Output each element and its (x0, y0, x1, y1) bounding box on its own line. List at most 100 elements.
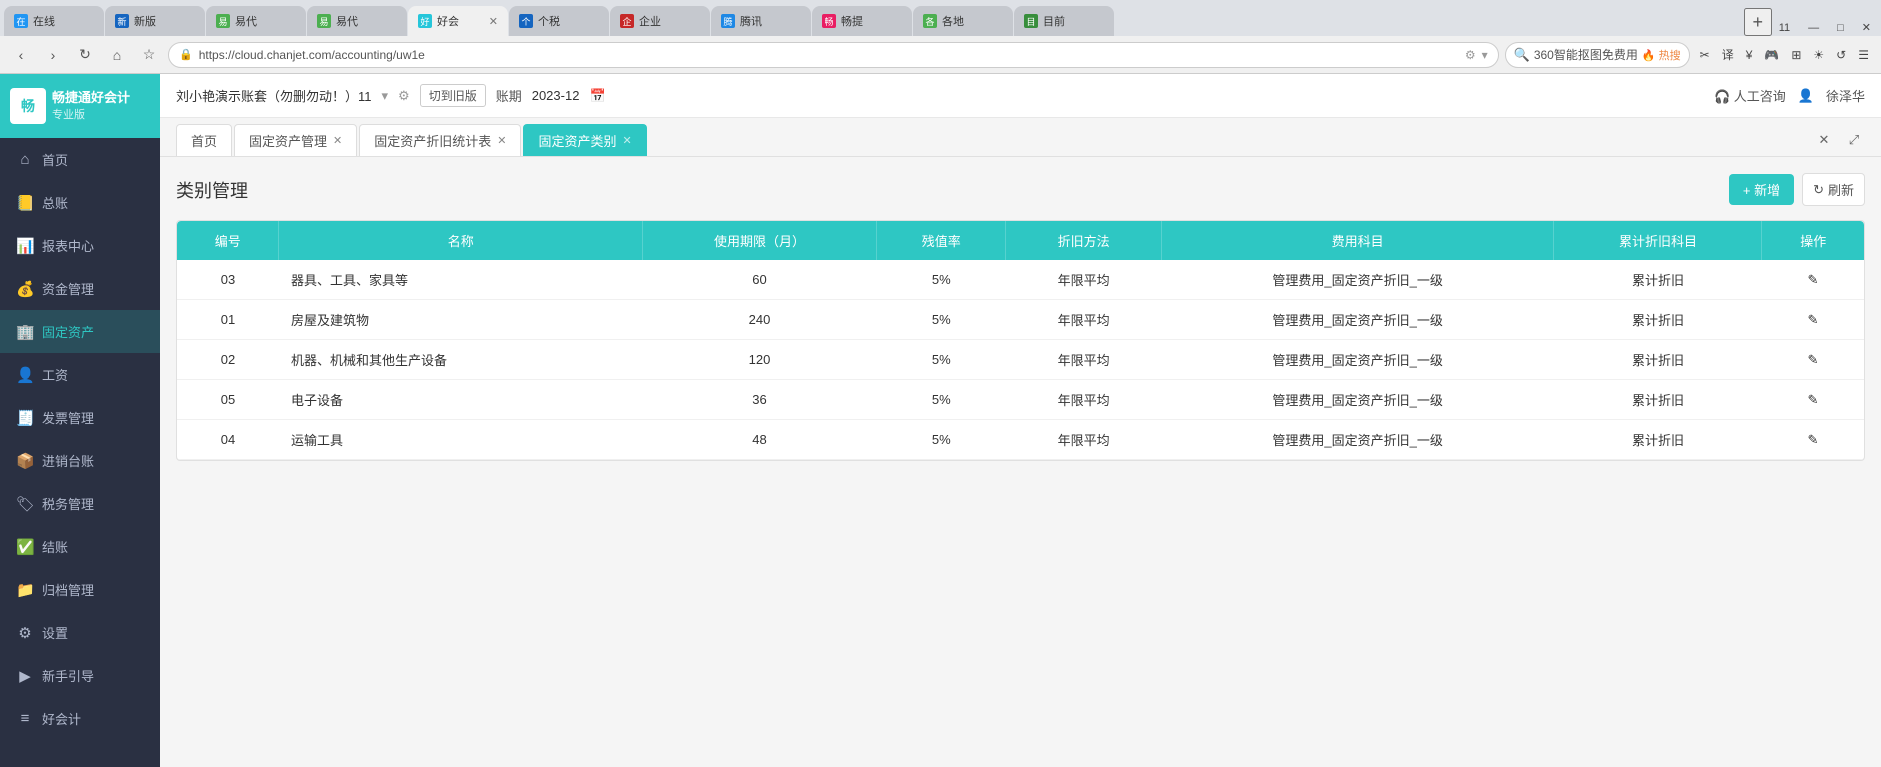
page-tab-close-asset-mgr[interactable]: ✕ (333, 134, 342, 147)
switch-version-button[interactable]: 切到旧版 (420, 84, 486, 107)
cell-code-2[interactable]: 02 (177, 340, 279, 380)
sidebar-item-more[interactable]: ≡ 好会计 (0, 697, 160, 740)
close-tab-button[interactable]: ✕ (1813, 129, 1835, 151)
sidebar-item-salary[interactable]: 👤工资 (0, 353, 160, 396)
close-tab-x[interactable]: ✕ (489, 15, 498, 28)
cell-name-4: 运输工具 (279, 420, 642, 460)
page-tab-depreciation[interactable]: 固定资产折旧统计表✕ (359, 124, 521, 156)
settings-btn[interactable]: ⚙ (398, 88, 410, 104)
minimize-button[interactable]: — (1802, 20, 1825, 36)
action-buttons: + 新增 ↻ 刷新 (1729, 173, 1865, 206)
star-button[interactable]: ☆ (136, 42, 162, 68)
grid-tool[interactable]: ⊞ (1787, 46, 1805, 64)
refresh-button[interactable]: ↻ 刷新 (1802, 173, 1865, 206)
reload-button[interactable]: ↻ (72, 42, 98, 68)
sidebar-icon-more: ≡ (16, 710, 34, 727)
wallet-tool[interactable]: ¥ (1742, 46, 1757, 64)
sidebar-item-invoice[interactable]: 🧾发票管理 (0, 396, 160, 439)
address-bar[interactable]: 🔒 https://cloud.chanjet.com/accounting/u… (168, 42, 1499, 68)
sidebar-item-report[interactable]: 📊报表中心 (0, 224, 160, 267)
cell-code-3[interactable]: 05 (177, 380, 279, 420)
page-tab-asset-mgr[interactable]: 固定资产管理✕ (234, 124, 357, 156)
search-text: 360智能抠图免费用 (1534, 46, 1638, 63)
translate-tool[interactable]: 译 (1718, 44, 1738, 65)
tab-favicon: 畅 (822, 14, 836, 28)
tab-favicon: 企 (620, 14, 634, 28)
sidebar-item-tax[interactable]: 🏷税务管理 (0, 482, 160, 525)
url-text: https://cloud.chanjet.com/accounting/uw1… (199, 48, 1459, 62)
page-tab-category[interactable]: 固定资产类别✕ (523, 124, 646, 156)
theme-tool[interactable]: ☀ (1809, 46, 1828, 64)
sidebar-label-more: 好会计 (42, 709, 81, 728)
browser-tab-t9[interactable]: 畅畅提 (812, 6, 912, 36)
browser-tab-t2[interactable]: 新新版 (105, 6, 205, 36)
tab-label: 好会 (437, 13, 459, 29)
cell-edit-4[interactable]: ✎ (1762, 420, 1864, 460)
sidebar-item-archive[interactable]: 📁归档管理 (0, 568, 160, 611)
cell-method-2: 年限平均 (1006, 340, 1161, 380)
back-button[interactable]: ‹ (8, 42, 34, 68)
tab-favicon: 个 (519, 14, 533, 28)
maximize-button[interactable]: □ (1831, 20, 1850, 36)
sidebar-item-asset[interactable]: 🏢固定资产 (0, 310, 160, 353)
cell-months-4: 48 (642, 420, 876, 460)
page-tab-close-depreciation[interactable]: ✕ (497, 134, 506, 147)
history-tool[interactable]: ↺ (1832, 46, 1850, 64)
page-title: 类别管理 (176, 177, 248, 203)
forward-button[interactable]: › (40, 42, 66, 68)
browser-tab-t3[interactable]: 易易代 (206, 6, 306, 36)
service-button[interactable]: 🎧 人工咨询 (1714, 86, 1786, 105)
sidebar-item-cash[interactable]: 💰资金管理 (0, 267, 160, 310)
cell-code-1[interactable]: 01 (177, 300, 279, 340)
brand-icon: 畅 (10, 88, 46, 124)
table-row: 03器具、工具、家具等605%年限平均管理费用_固定资产折旧_一级累计折旧✎ (177, 260, 1864, 300)
cell-name-0: 器具、工具、家具等 (279, 260, 642, 300)
tab-extra-controls: 11 — □ ✕ (1773, 19, 1877, 36)
cell-edit-0[interactable]: ✎ (1762, 260, 1864, 300)
cell-edit-1[interactable]: ✎ (1762, 300, 1864, 340)
sidebar-item-ledger[interactable]: 📒总账 (0, 181, 160, 224)
table-header-6: 累计折旧科目 (1554, 221, 1762, 260)
browser-chrome: 在在线新新版易易代易易代好好会✕个个税企企业腾腾讯畅畅提各各地目目前 + 11 … (0, 0, 1881, 74)
page-tab-home[interactable]: 首页 (176, 124, 232, 156)
sidebar-item-home[interactable]: ⌂首页 (0, 138, 160, 181)
tab-label: 各地 (942, 13, 964, 29)
page-tab-close-category[interactable]: ✕ (623, 134, 632, 147)
user-avatar: 👤 (1798, 88, 1814, 104)
new-tab-button[interactable]: + (1744, 8, 1772, 36)
cell-edit-3[interactable]: ✎ (1762, 380, 1864, 420)
browser-tab-t4[interactable]: 易易代 (307, 6, 407, 36)
browser-tab-t8[interactable]: 腾腾讯 (711, 6, 811, 36)
cell-edit-2[interactable]: ✎ (1762, 340, 1864, 380)
cell-residual-2: 5% (877, 340, 1006, 380)
browser-tab-t5[interactable]: 好好会✕ (408, 6, 508, 36)
menu-tool[interactable]: ☰ (1854, 46, 1873, 64)
sidebar-item-inventory[interactable]: 📦进销台账 (0, 439, 160, 482)
browser-tab-t7[interactable]: 企企业 (610, 6, 710, 36)
browser-tab-t6[interactable]: 个个税 (509, 6, 609, 36)
cell-code-0[interactable]: 03 (177, 260, 279, 300)
close-window-button[interactable]: ✕ (1856, 19, 1877, 36)
search-bar[interactable]: 🔍 360智能抠图免费用 🔥 热搜 (1505, 42, 1690, 68)
home-button[interactable]: ⌂ (104, 42, 130, 68)
content-area: 类别管理 + 新增 ↻ 刷新 编号名称使用期限（月）残值率折旧方法费用科目累计折… (160, 157, 1881, 767)
sidebar-item-settle[interactable]: ✅结账 (0, 525, 160, 568)
tab-count-badge[interactable]: 11 (1773, 20, 1796, 36)
sidebar-item-guide[interactable]: ▶新手引导 (0, 654, 160, 697)
expand-tab-button[interactable]: ⤢ (1843, 129, 1865, 151)
browser-tab-t10[interactable]: 各各地 (913, 6, 1013, 36)
calendar-icon[interactable]: 📅 (589, 88, 605, 104)
browser-tab-t1[interactable]: 在在线 (4, 6, 104, 36)
cell-expense-2: 管理费用_固定资产折旧_一级 (1161, 340, 1554, 380)
sidebar-label-guide: 新手引导 (42, 666, 94, 685)
cell-code-4[interactable]: 04 (177, 420, 279, 460)
sidebar-icon-invoice: 🧾 (16, 409, 34, 427)
add-category-button[interactable]: + 新增 (1729, 174, 1794, 205)
dropdown-arrow[interactable]: ▾ (382, 88, 389, 104)
address-dropdown-icon[interactable]: ▾ (1482, 48, 1488, 62)
sidebar-item-settings[interactable]: ⚙设置 (0, 611, 160, 654)
game-tool[interactable]: 🎮 (1760, 46, 1783, 64)
scissors-tool[interactable]: ✂ (1696, 46, 1714, 64)
browser-tab-t11[interactable]: 目目前 (1014, 6, 1114, 36)
cell-months-1: 240 (642, 300, 876, 340)
